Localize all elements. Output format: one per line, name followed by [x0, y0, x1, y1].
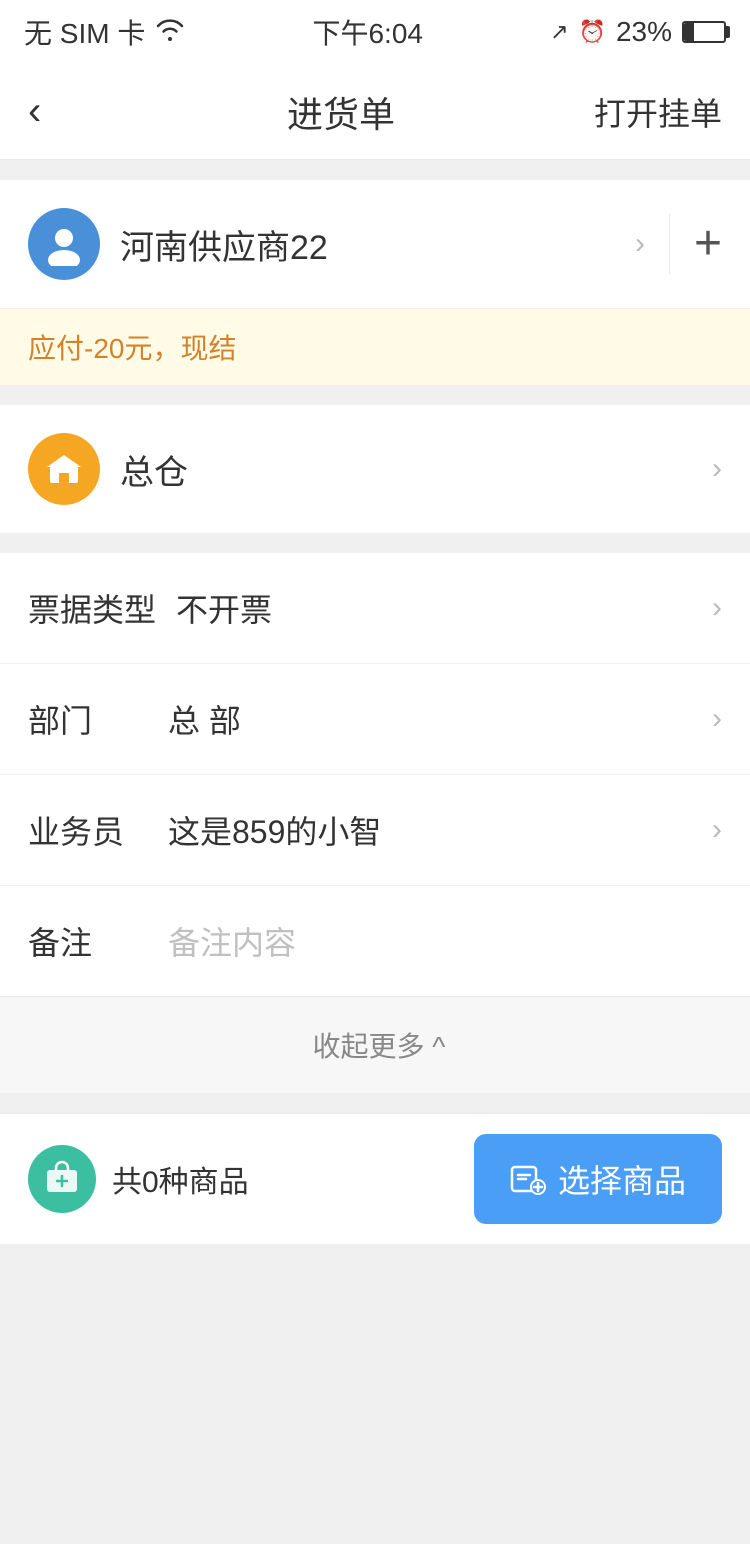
section-divider-2 — [0, 385, 750, 405]
section-divider-3 — [0, 533, 750, 553]
add-supplier-button[interactable]: + — [694, 220, 722, 268]
warehouse-name: 总仓 — [120, 445, 712, 494]
collapse-label: 收起更多 ^ — [313, 1025, 446, 1065]
battery-icon — [682, 21, 726, 43]
supplier-row[interactable]: 河南供应商22 › + — [0, 180, 750, 309]
department-label: 部门 — [28, 696, 148, 742]
supplier-section: 河南供应商22 › + 应付-20元，现结 — [0, 180, 750, 385]
section-divider-1 — [0, 160, 750, 180]
location-icon: ↗ — [550, 19, 568, 45]
invoice-type-row[interactable]: 票据类型 不开票 › — [0, 553, 750, 663]
department-row[interactable]: 部门 总 部 › — [0, 663, 750, 774]
gray-fill-area — [0, 1244, 750, 1544]
goods-count-text: 共0种商品 — [112, 1157, 249, 1201]
alarm-icon: ⏰ — [579, 19, 606, 45]
supplier-name: 河南供应商22 — [120, 220, 635, 269]
page-title: 进货单 — [88, 86, 594, 138]
back-button[interactable]: ‹ — [28, 89, 88, 134]
supplier-chevron-icon: › — [635, 227, 645, 261]
salesman-label: 业务员 — [28, 807, 148, 853]
collapse-row[interactable]: 收起更多 ^ — [0, 996, 750, 1093]
status-right: ↗ ⏰ 23% — [550, 16, 726, 48]
supplier-avatar — [28, 208, 100, 280]
department-chevron-icon: › — [712, 702, 722, 736]
time-display: 下午6:04 — [312, 12, 423, 52]
note-label: 备注 — [28, 918, 148, 964]
invoice-type-value: 不开票 — [156, 585, 712, 631]
salesman-chevron-icon: › — [712, 813, 722, 847]
section-divider-4 — [0, 1093, 750, 1113]
warehouse-section: 总仓 › — [0, 405, 750, 533]
status-bar: 无 SIM 卡 下午6:04 ↗ ⏰ 23% — [0, 0, 750, 64]
warehouse-chevron-icon: › — [712, 452, 722, 486]
salesman-row[interactable]: 业务员 这是859的小智 › — [0, 774, 750, 885]
goods-count-area: 共0种商品 — [28, 1145, 249, 1213]
note-input[interactable]: 备注内容 — [148, 918, 722, 964]
goods-icon — [28, 1145, 96, 1213]
invoice-type-label: 票据类型 — [28, 585, 156, 631]
nav-bar: ‹ 进货单 打开挂单 — [0, 64, 750, 160]
salesman-value: 这是859的小智 — [148, 807, 712, 853]
battery-text: 23% — [616, 16, 672, 48]
note-row[interactable]: 备注 备注内容 — [0, 885, 750, 996]
bottom-bar: 共0种商品 选择商品 — [0, 1113, 750, 1244]
carrier-text: 无 SIM 卡 — [24, 12, 145, 52]
select-goods-label: 选择商品 — [558, 1156, 686, 1202]
notice-banner: 应付-20元，现结 — [0, 309, 750, 385]
warehouse-row[interactable]: 总仓 › — [0, 405, 750, 533]
form-section: 票据类型 不开票 › 部门 总 部 › 业务员 这是859的小智 › 备注 备注… — [0, 553, 750, 1093]
open-pending-button[interactable]: 打开挂单 — [594, 89, 722, 135]
department-value: 总 部 — [148, 696, 712, 742]
status-left: 无 SIM 卡 — [24, 12, 185, 52]
vertical-divider — [669, 214, 670, 274]
select-goods-icon — [510, 1161, 546, 1197]
wifi-icon — [155, 16, 185, 48]
invoice-chevron-icon: › — [712, 591, 722, 625]
warehouse-icon — [28, 433, 100, 505]
select-goods-button[interactable]: 选择商品 — [474, 1134, 722, 1224]
